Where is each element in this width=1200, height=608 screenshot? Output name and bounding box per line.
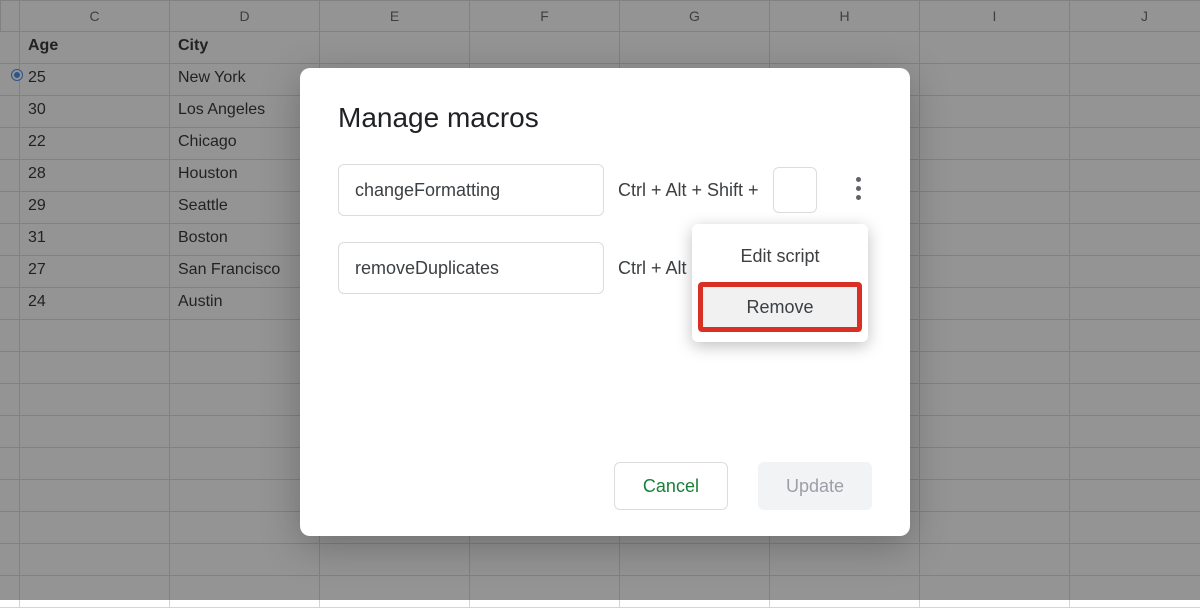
edit-script-menu-item[interactable]: Edit script xyxy=(692,234,868,278)
macro-name-input[interactable] xyxy=(338,242,604,294)
more-options-button[interactable] xyxy=(840,170,876,206)
macro-name-input[interactable] xyxy=(338,164,604,216)
dialog-actions: Cancel Update xyxy=(614,462,872,510)
macro-row: Ctrl + Alt + Shift + xyxy=(338,164,872,216)
shortcut-key-input[interactable] xyxy=(773,167,817,213)
shortcut-label: Ctrl + Alt + Shift + xyxy=(618,180,759,201)
cancel-button[interactable]: Cancel xyxy=(614,462,728,510)
macro-options-menu: Edit script Remove xyxy=(692,224,868,342)
remove-menu-item[interactable]: Remove xyxy=(698,282,862,332)
dialog-title: Manage macros xyxy=(338,102,872,134)
dots-vertical-icon xyxy=(856,177,861,182)
shortcut-label: Ctrl + Alt xyxy=(618,258,687,279)
update-button[interactable]: Update xyxy=(758,462,872,510)
